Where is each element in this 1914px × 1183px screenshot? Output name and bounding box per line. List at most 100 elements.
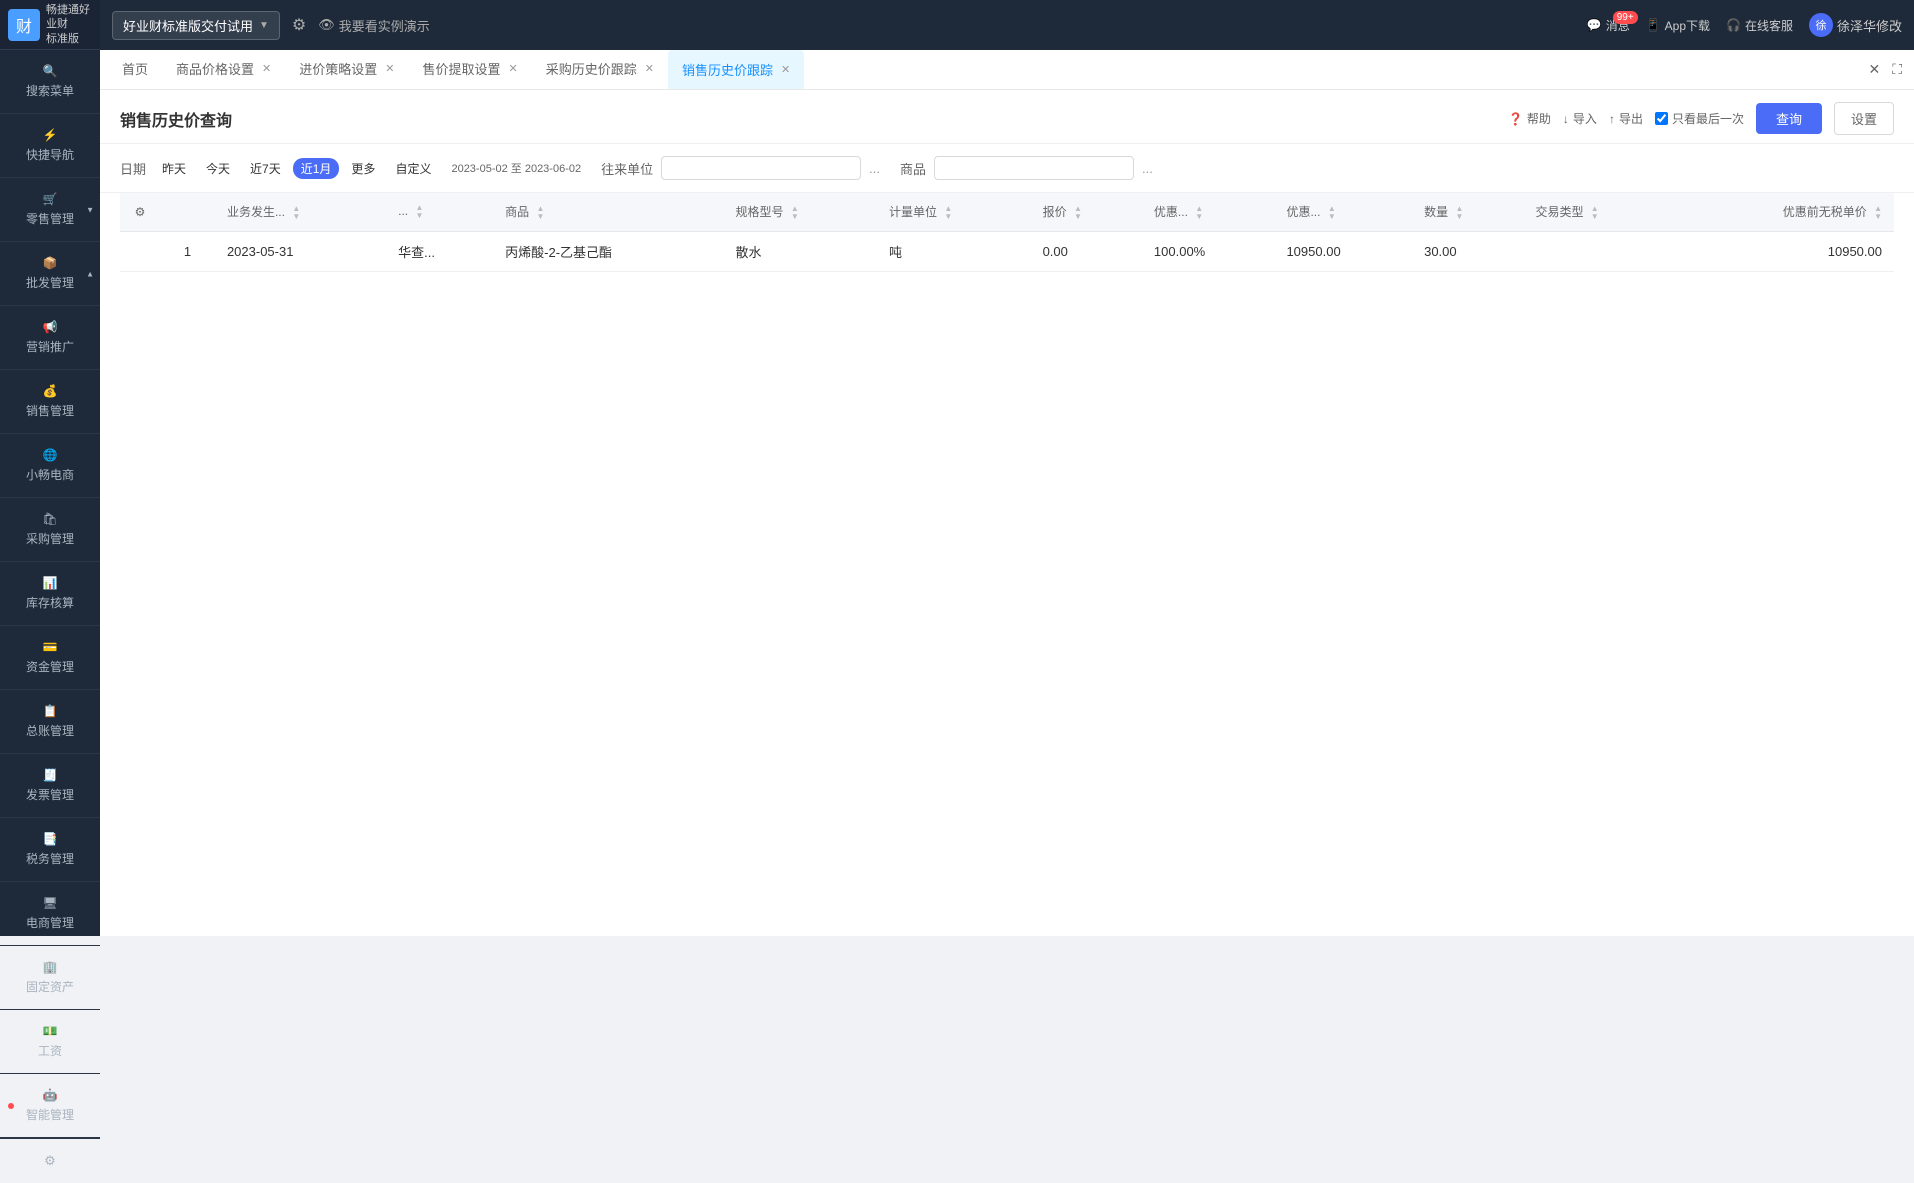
date-opt-more[interactable]: 更多 [343,158,383,179]
sidebar-item-tax[interactable]: 📑 税务管理 [0,818,100,882]
table-body: 1 2023-05-31 华查... 丙烯酸-2-乙基己酯 散水 吨 0.00 … [120,231,1894,271]
col-discount-price[interactable]: 优惠... ▲▼ [1274,193,1412,231]
col-price-label: 报价 [1043,205,1067,219]
sidebar-item-ecommerce-small[interactable]: 🌐 小畅电商 [0,434,100,498]
quick-nav-icon: ⚡ [43,128,58,142]
sidebar-item-label: 总账管理 [26,722,74,739]
only-last-input[interactable] [1655,112,1668,125]
sidebar-item-purchase[interactable]: 🛍 采购管理 [0,498,100,562]
product-version-dropdown[interactable]: 好业财标准版交付试用 ▼ [112,11,280,40]
goods-input[interactable] [934,156,1134,180]
sidebar-item-finance[interactable]: 💳 资金管理 [0,626,100,690]
sidebar-item-marketing[interactable]: 📢 营销推广 [0,306,100,370]
demo-link[interactable]: 👁 我要看实例演示 [318,16,430,35]
topbar: 好业财标准版交付试用 ▼ ⚙ 👁 我要看实例演示 💬 消息 99+ 📱 App下… [100,0,1914,50]
online-service-button[interactable]: 🎧 在线客服 [1726,17,1793,34]
query-button[interactable]: 查询 [1756,103,1822,134]
tab-sales-history-close[interactable]: ✕ [781,63,790,76]
cell-unit: 吨 [877,231,1031,271]
sidebar-item-label: 固定资产 [26,978,74,995]
filter-bar: 日期 昨天 今天 近7天 近1月 更多 自定义 2023-05-02 至 202… [100,144,1914,193]
sidebar-item-assets[interactable]: 🏢 固定资产 [0,946,100,1010]
sidebar-item-retail[interactable]: 🛒 零售管理 [0,178,100,242]
sidebar-item-label: 工资 [38,1042,62,1059]
salary-icon: 💵 [43,1024,58,1038]
col-biz-date-label: 业务发生... [227,205,285,219]
sidebar-item-invoice[interactable]: 🧾 发票管理 [0,754,100,818]
sort-icon: ▲▼ [292,205,300,221]
tabbar-maximize-button[interactable]: ⛶ [1888,57,1906,82]
tab-price-extract-close[interactable]: ✕ [509,62,518,75]
from-unit-input[interactable] [661,156,861,180]
help-label: 帮助 [1527,110,1551,127]
tab-price-settings[interactable]: 商品价格设置 ✕ [162,50,285,90]
col-more-label: ... [398,204,408,218]
sidebar-item-search[interactable]: 🔍 搜索菜单 [0,50,100,114]
col-discount-rate[interactable]: 优惠... ▲▼ [1142,193,1275,231]
sidebar-item-ledger[interactable]: 📋 总账管理 [0,690,100,754]
date-opt-custom[interactable]: 自定义 [387,158,439,179]
sidebar-item-sales[interactable]: 💰 销售管理 [0,370,100,434]
tab-home[interactable]: 首页 [108,50,162,90]
col-unit[interactable]: 计量单位 ▲▼ [877,193,1031,231]
col-goods[interactable]: 商品 ▲▼ [493,193,723,231]
sidebar-item-salary[interactable]: 💵 工资 [0,1010,100,1074]
settings-icon: ⚙ [44,1153,56,1168]
sort-icon: ▲▼ [1874,205,1882,221]
import-icon: ↓ [1563,112,1569,126]
tab-price-extract[interactable]: 售价提取设置 ✕ [408,50,531,90]
from-unit-filter: 往来单位 ... [601,156,880,180]
col-price[interactable]: 报价 ▲▼ [1031,193,1142,231]
sidebar-item-label: 营销推广 [26,338,74,355]
import-button[interactable]: ↓ 导入 [1563,110,1597,127]
messages-button[interactable]: 💬 消息 99+ [1587,17,1630,34]
settings-button[interactable]: 设置 [1834,102,1894,135]
sidebar-item-label: 快捷导航 [26,146,74,163]
date-options: 昨天 今天 近7天 近1月 更多 自定义 [154,158,439,179]
col-qty[interactable]: 数量 ▲▼ [1412,193,1523,231]
demo-label: 我要看实例演示 [339,16,430,35]
goods-dots[interactable]: ... [1142,161,1153,176]
sidebar-item-inventory[interactable]: 📊 库存核算 [0,562,100,626]
tab-sales-history[interactable]: 销售历史价跟踪 ✕ [668,50,804,90]
col-more[interactable]: ... ▲▼ [386,193,493,231]
tab-price-settings-close[interactable]: ✕ [262,62,271,75]
goods-filter: 商品 ... [900,156,1153,180]
col-settings[interactable]: ⚙ [120,193,160,231]
app-download-button[interactable]: 📱 App下载 [1646,17,1710,34]
sidebar-item-wholesale[interactable]: 📦 批发管理 [0,242,100,306]
sidebar-item-ecommerce[interactable]: 🖥 电商管理 [0,882,100,946]
tab-purchase-history-close[interactable]: ✕ [645,62,654,75]
col-discount-rate-label: 优惠... [1154,205,1188,219]
col-trans-type[interactable]: 交易类型 ▲▼ [1523,193,1677,231]
topbar-settings-icon[interactable]: ⚙ [292,15,306,35]
from-unit-dots[interactable]: ... [869,161,880,176]
tab-price-extract-label: 售价提取设置 [422,59,500,78]
sidebar-item-smart[interactable]: 🤖 智能管理 [0,1074,100,1138]
col-pretax-price[interactable]: 优惠前无税单价 ▲▼ [1677,193,1894,231]
assets-icon: 🏢 [43,960,58,974]
tabbar-close-button[interactable]: ✕ [1864,57,1884,82]
date-opt-7days[interactable]: 近7天 [242,158,289,179]
col-biz-date[interactable]: 业务发生... ▲▼ [215,193,386,231]
col-spec[interactable]: 规格型号 ▲▼ [723,193,877,231]
only-last-checkbox[interactable]: 只看最后一次 [1655,110,1744,127]
date-opt-today[interactable]: 今天 [198,158,238,179]
cell-settings [120,231,160,271]
export-button[interactable]: ↑ 导出 [1609,110,1643,127]
tab-purchase-strategy-close[interactable]: ✕ [385,62,394,75]
date-opt-yesterday[interactable]: 昨天 [154,158,194,179]
tab-purchase-strategy[interactable]: 进价策略设置 ✕ [285,50,408,90]
help-button[interactable]: ❓ 帮助 [1508,110,1551,127]
sidebar-settings-button[interactable]: ⚙ [0,1138,100,1183]
sidebar-item-label: 采购管理 [26,530,74,547]
col-pretax-price-label: 优惠前无税单价 [1783,205,1867,219]
user-profile-button[interactable]: 徐 徐泽华修改 [1809,13,1902,37]
sales-icon: 💰 [43,384,58,398]
content-area: 销售历史价查询 ❓ 帮助 ↓ 导入 ↑ 导出 只看最后一次 查询 [100,90,1914,936]
cell-num: 1 [160,231,215,271]
cell-biz-date: 2023-05-31 [215,231,386,271]
date-opt-1month[interactable]: 近1月 [293,158,340,179]
tab-purchase-history[interactable]: 采购历史价跟踪 ✕ [532,50,668,90]
sidebar-item-quick-nav[interactable]: ⚡ 快捷导航 [0,114,100,178]
